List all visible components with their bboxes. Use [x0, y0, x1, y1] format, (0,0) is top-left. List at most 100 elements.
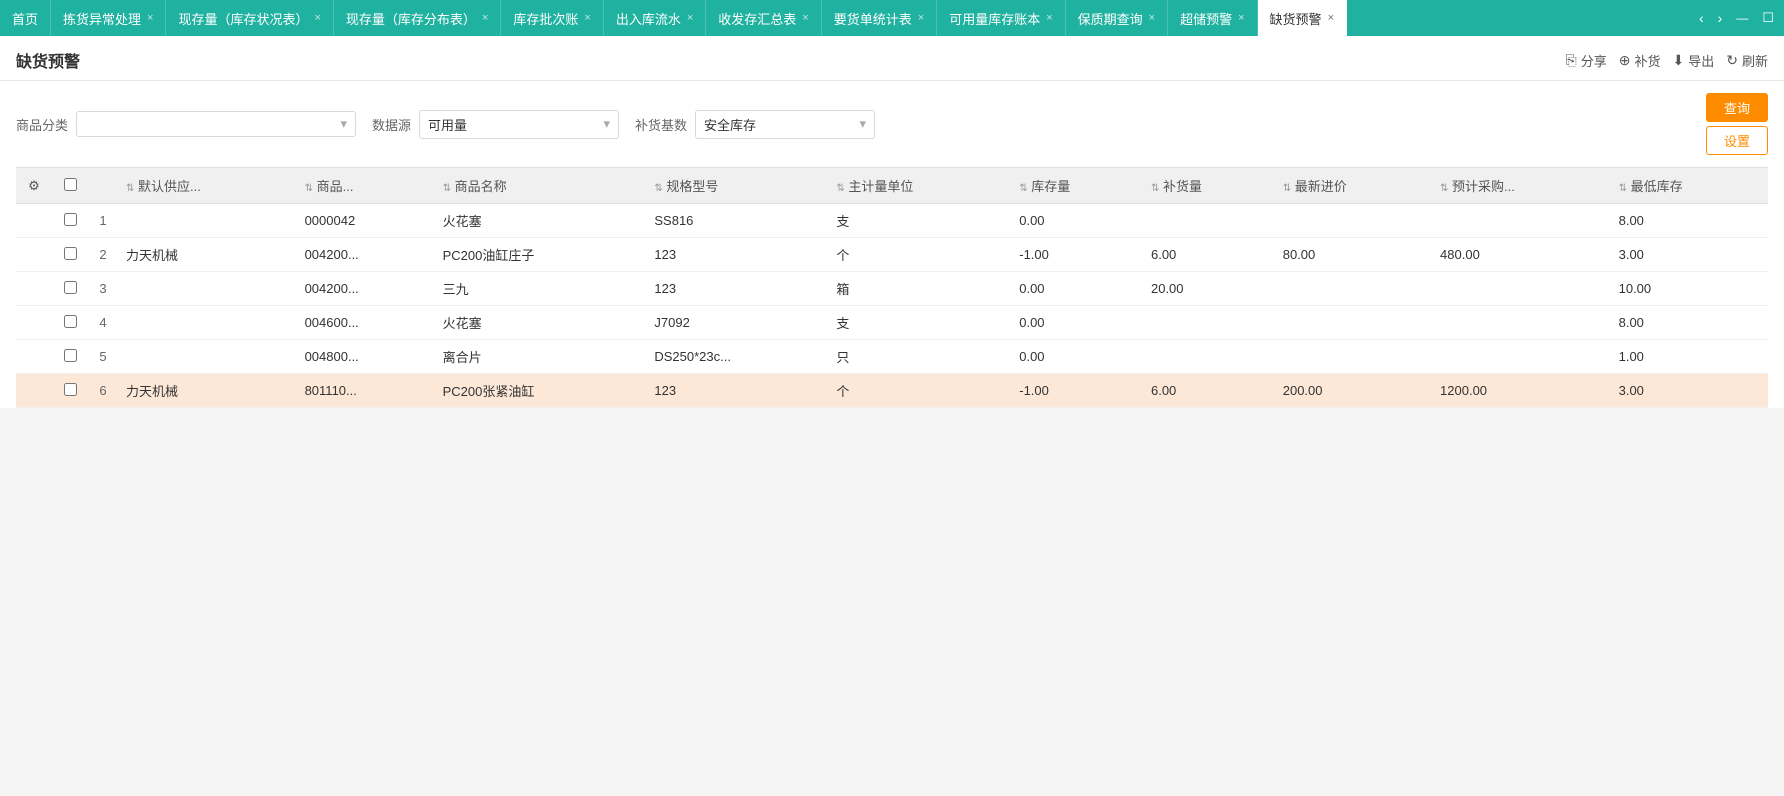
- maximize-button[interactable]: ☐: [1756, 6, 1780, 30]
- tab-close-batch-account[interactable]: ×: [584, 12, 590, 24]
- tab-close-available-ledger[interactable]: ×: [1046, 12, 1052, 24]
- col-spec[interactable]: ⇅ 规格型号: [646, 168, 828, 204]
- row-supplier-cell: [118, 340, 297, 374]
- tab-close-overstock[interactable]: ×: [1238, 12, 1244, 24]
- tab-item-batch-account[interactable]: 库存批次账×: [501, 0, 603, 36]
- row-checkbox-0[interactable]: [64, 213, 77, 226]
- row-min-stock-cell: 8.00: [1611, 306, 1768, 340]
- col-replenish-qty-label: 补货量: [1163, 179, 1202, 194]
- replenish-base-chevron-icon: ▾: [860, 116, 867, 132]
- tab-item-overstock[interactable]: 超储预警×: [1168, 0, 1257, 36]
- tab-item-home[interactable]: 首页: [0, 0, 51, 36]
- col-checkbox[interactable]: [52, 168, 88, 204]
- replenish-base-filter-group: 补货基数 安全库存 ▾: [635, 110, 875, 139]
- col-min-stock[interactable]: ⇅ 最低库存: [1611, 168, 1768, 204]
- page-header: 缺货预警 ⎘ 分享 ⊕ 补货 ⬇ 导出 ↻ 刷新: [0, 36, 1784, 81]
- tab-close-shortage[interactable]: ×: [1328, 12, 1334, 24]
- tab-close-order-stats[interactable]: ×: [918, 12, 924, 24]
- row-latest-price-cell: [1275, 204, 1432, 238]
- tab-item-inventory-dist[interactable]: 现存量（库存分布表）×: [334, 0, 501, 36]
- refresh-button[interactable]: ↻ 刷新: [1726, 51, 1768, 70]
- col-replenish-qty[interactable]: ⇅ 补货量: [1143, 168, 1275, 204]
- col-unit[interactable]: ⇅ 主计量单位: [828, 168, 1011, 204]
- category-select[interactable]: ▾: [76, 111, 356, 137]
- query-button[interactable]: 查询: [1706, 93, 1768, 122]
- tab-item-expiry-query[interactable]: 保质期查询×: [1066, 0, 1168, 36]
- tab-item-inventory-status[interactable]: 现存量（库存状况表）×: [166, 0, 333, 36]
- select-all-checkbox[interactable]: [64, 178, 77, 191]
- tab-close-inventory-dist[interactable]: ×: [482, 12, 488, 24]
- row-num-cell: 1: [88, 204, 118, 238]
- row-checkbox-cell[interactable]: [52, 340, 88, 374]
- unit-sort-icon: ⇅: [836, 183, 844, 194]
- row-checkbox-cell[interactable]: [52, 204, 88, 238]
- settings-button[interactable]: 设置: [1706, 126, 1768, 155]
- row-checkbox-cell[interactable]: [52, 272, 88, 306]
- tab-next-button[interactable]: ›: [1712, 6, 1729, 30]
- col-gear[interactable]: ⚙: [16, 168, 52, 204]
- tab-item-defect-process[interactable]: 拣货异常处理×: [51, 0, 166, 36]
- row-goods-name-cell: 火花塞: [435, 204, 647, 238]
- row-replenish-qty-cell: [1143, 306, 1275, 340]
- row-goods-code-cell: 0000042: [297, 204, 435, 238]
- row-goods-code-cell: 004200...: [297, 272, 435, 306]
- row-replenish-qty-cell: 6.00: [1143, 238, 1275, 272]
- tab-close-receipt-summary[interactable]: ×: [802, 12, 808, 24]
- replenish-base-select[interactable]: 安全库存 ▾: [695, 110, 875, 139]
- row-checkbox-2[interactable]: [64, 281, 77, 294]
- tab-item-order-stats[interactable]: 要货单统计表×: [822, 0, 937, 36]
- table-row: 1 0000042 火花塞 SS816 支 0.00 8.00: [16, 204, 1768, 238]
- replenish-label: 补货: [1634, 51, 1660, 70]
- sort-icon: ⇅: [126, 183, 134, 194]
- row-checkbox-5[interactable]: [64, 383, 77, 396]
- tab-close-inout-flow[interactable]: ×: [687, 12, 693, 24]
- export-icon: ⬇: [1673, 52, 1685, 69]
- export-button[interactable]: ⬇ 导出: [1673, 51, 1715, 70]
- tab-item-receipt-summary[interactable]: 收发存汇总表×: [706, 0, 821, 36]
- export-label: 导出: [1688, 51, 1714, 70]
- datasource-select[interactable]: 可用量 ▾: [419, 110, 619, 139]
- row-checkbox-1[interactable]: [64, 247, 77, 260]
- row-checkbox-cell[interactable]: [52, 306, 88, 340]
- col-stock-qty[interactable]: ⇅ 库存量: [1011, 168, 1143, 204]
- minimize-button[interactable]: —: [1730, 7, 1754, 29]
- row-checkbox-cell[interactable]: [52, 238, 88, 272]
- row-replenish-qty-cell: 6.00: [1143, 374, 1275, 408]
- tab-prev-button[interactable]: ‹: [1693, 6, 1710, 30]
- tab-close-expiry-query[interactable]: ×: [1149, 12, 1155, 24]
- col-estimated-purchase[interactable]: ⇅ 预计采购...: [1432, 168, 1611, 204]
- row-estimated-purchase-cell: [1432, 204, 1611, 238]
- row-checkbox-3[interactable]: [64, 315, 77, 328]
- gear-icon: ⚙: [28, 178, 40, 193]
- datasource-value: 可用量: [428, 115, 467, 134]
- row-min-stock-cell: 10.00: [1611, 272, 1768, 306]
- col-latest-price[interactable]: ⇅ 最新进价: [1275, 168, 1432, 204]
- replenish-button[interactable]: ⊕ 补货: [1619, 51, 1661, 70]
- tab-item-available-ledger[interactable]: 可用量库存账本×: [937, 0, 1065, 36]
- row-supplier-cell: [118, 204, 297, 238]
- col-goods-code[interactable]: ⇅ 商品...: [297, 168, 435, 204]
- tab-close-defect-process[interactable]: ×: [147, 12, 153, 24]
- datasource-label: 数据源: [372, 115, 411, 134]
- col-min-stock-label: 最低库存: [1631, 179, 1683, 194]
- col-default-supplier[interactable]: ⇅ 默认供应...: [118, 168, 297, 204]
- row-stock-qty-cell: -1.00: [1011, 374, 1143, 408]
- category-filter-group: 商品分类 ▾: [16, 111, 356, 137]
- tab-item-shortage[interactable]: 缺货预警×: [1258, 0, 1347, 36]
- replenish-qty-sort-icon: ⇅: [1151, 183, 1159, 194]
- row-min-stock-cell: 8.00: [1611, 204, 1768, 238]
- tab-close-inventory-status[interactable]: ×: [314, 12, 320, 24]
- col-stock-qty-label: 库存量: [1031, 179, 1070, 194]
- row-gear-cell: [16, 306, 52, 340]
- row-num-cell: 6: [88, 374, 118, 408]
- tab-item-inout-flow[interactable]: 出入库流水×: [604, 0, 706, 36]
- row-replenish-qty-cell: [1143, 204, 1275, 238]
- row-spec-cell: 123: [646, 374, 828, 408]
- filter-actions: 查询 设置: [1706, 93, 1768, 155]
- row-goods-name-cell: 火花塞: [435, 306, 647, 340]
- row-checkbox-4[interactable]: [64, 349, 77, 362]
- refresh-icon: ↻: [1726, 52, 1738, 69]
- row-checkbox-cell[interactable]: [52, 374, 88, 408]
- col-goods-name[interactable]: ⇅ 商品名称: [435, 168, 647, 204]
- share-button[interactable]: ⎘ 分享: [1566, 51, 1607, 70]
